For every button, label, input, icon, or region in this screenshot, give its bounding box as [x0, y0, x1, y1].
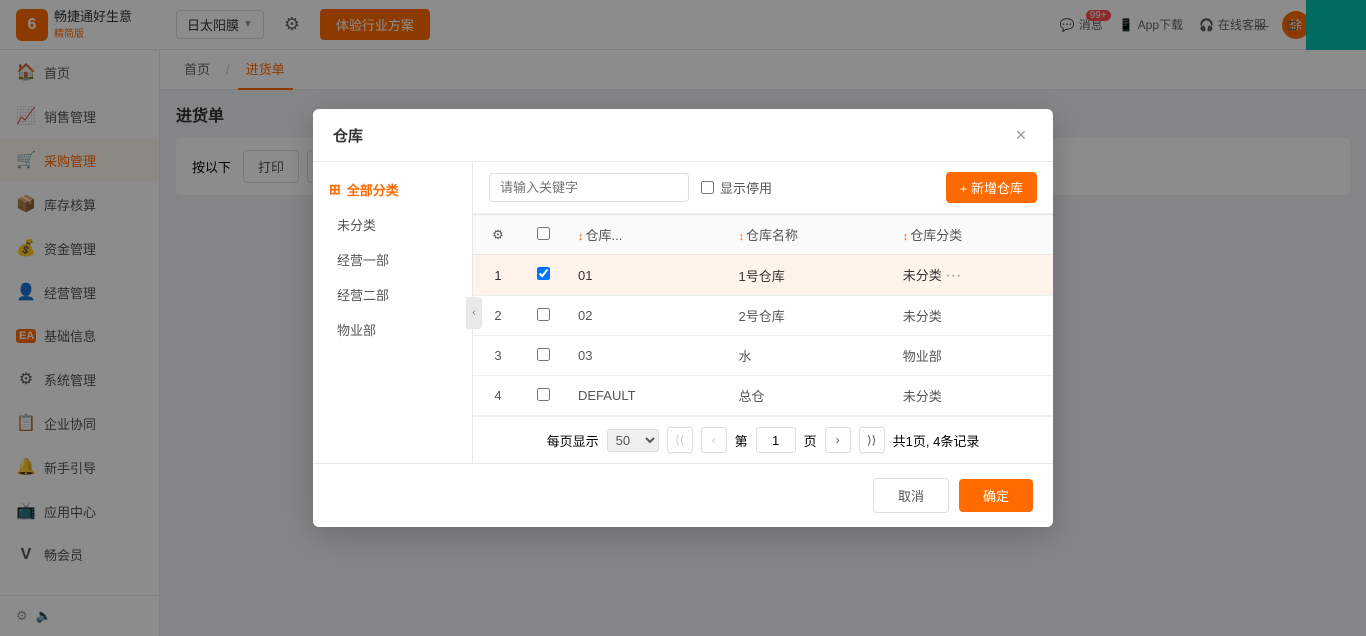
all-categories-item[interactable]: ⊞ 全部分类 — [313, 172, 472, 207]
search-button[interactable]: 🔍 — [686, 174, 689, 201]
pagination: 每页显示 50 10 20 100 ⟨⟨ ‹ 第 页 › ⟩⟩ 共1页, 4条记… — [473, 416, 1053, 463]
category-operations-dept2[interactable]: 经营二部 — [313, 277, 472, 312]
col-category: ↕仓库分类 — [889, 215, 1053, 255]
row-category: 未分类 — [889, 376, 1053, 416]
page-label-after: 页 — [804, 431, 817, 450]
sort-icon: ↕ — [903, 231, 909, 243]
row-category: 未分类 ··· — [889, 255, 1053, 296]
all-categories-label: 全部分类 — [347, 180, 399, 199]
col-code: ↕仓库... — [564, 215, 725, 255]
row-index: 1 — [473, 255, 523, 296]
collapse-panel-button[interactable]: ‹ — [466, 297, 482, 329]
show-disabled-label[interactable]: 显示停用 — [701, 178, 772, 197]
category-panel: ⊞ 全部分类 未分类 经营一部 经营二部 物业部 ‹ — [313, 162, 473, 463]
dialog-body: ⊞ 全部分类 未分类 经营一部 经营二部 物业部 ‹ 🔍 — [313, 162, 1053, 463]
search-box: 🔍 — [489, 173, 689, 202]
row-index: 3 — [473, 336, 523, 376]
row-checkbox[interactable] — [523, 296, 564, 336]
next-page-button[interactable]: › — [825, 427, 851, 453]
page-input[interactable] — [756, 427, 796, 453]
warehouse-dialog: 仓库 × ⊞ 全部分类 未分类 经营一部 经营二部 物业部 ‹ — [313, 109, 1053, 527]
dialog-footer: 取消 确定 — [313, 463, 1053, 527]
settings-col-icon: ⚙ — [492, 227, 504, 242]
col-name: ↕仓库名称 — [725, 215, 889, 255]
row-name: 总仓 — [725, 376, 889, 416]
dialog-header: 仓库 × — [313, 109, 1053, 162]
row-actions-button[interactable]: ··· — [945, 267, 961, 285]
grid-icon: ⊞ — [329, 181, 341, 198]
show-disabled-text: 显示停用 — [720, 178, 772, 197]
per-page-select[interactable]: 50 10 20 100 — [607, 429, 659, 452]
row-checkbox[interactable] — [523, 336, 564, 376]
select-all-checkbox[interactable] — [537, 227, 550, 240]
row-name: 2号仓库 — [725, 296, 889, 336]
category-property[interactable]: 物业部 — [313, 312, 472, 347]
table-header-row: ⚙ ↕仓库... ↕仓库名称 — [473, 215, 1053, 255]
table-wrap: ⚙ ↕仓库... ↕仓库名称 — [473, 214, 1053, 416]
confirm-button[interactable]: 确定 — [959, 479, 1033, 512]
row-code: 02 — [564, 296, 725, 336]
row-checkbox[interactable] — [523, 255, 564, 296]
sort-icon: ↕ — [739, 231, 745, 243]
add-warehouse-button[interactable]: + 新增仓库 — [946, 172, 1037, 203]
dialog-close-button[interactable]: × — [1009, 123, 1033, 147]
prev-page-button[interactable]: ‹ — [701, 427, 727, 453]
page-label-before: 第 — [735, 431, 748, 450]
category-unclassified[interactable]: 未分类 — [313, 207, 472, 242]
row-code: DEFAULT — [564, 376, 725, 416]
dialog-title: 仓库 — [333, 125, 363, 146]
row-checkbox[interactable] — [523, 376, 564, 416]
row-code: 03 — [564, 336, 725, 376]
total-info: 共1页, 4条记录 — [893, 431, 980, 450]
col-checkbox — [523, 215, 564, 255]
show-disabled-checkbox[interactable] — [701, 181, 714, 194]
row-category: 物业部 — [889, 336, 1053, 376]
table-row[interactable]: 1 01 1号仓库 未分类 ··· — [473, 255, 1053, 296]
col-settings: ⚙ — [473, 215, 523, 255]
cancel-button[interactable]: 取消 — [873, 478, 949, 513]
search-input[interactable] — [490, 175, 686, 200]
table-row[interactable]: 2 02 2号仓库 未分类 — [473, 296, 1053, 336]
content-toolbar: 🔍 显示停用 + 新增仓库 — [473, 162, 1053, 214]
per-page-label: 每页显示 — [547, 431, 599, 450]
modal-overlay: 仓库 × ⊞ 全部分类 未分类 经营一部 经营二部 物业部 ‹ — [0, 0, 1366, 636]
warehouse-table: ⚙ ↕仓库... ↕仓库名称 — [473, 214, 1053, 416]
row-index: 4 — [473, 376, 523, 416]
row-code: 01 — [564, 255, 725, 296]
first-page-button[interactable]: ⟨⟨ — [667, 427, 693, 453]
content-panel: 🔍 显示停用 + 新增仓库 — [473, 162, 1053, 463]
row-category: 未分类 — [889, 296, 1053, 336]
category-operations-dept1[interactable]: 经营一部 — [313, 242, 472, 277]
last-page-button[interactable]: ⟩⟩ — [859, 427, 885, 453]
row-name: 水 — [725, 336, 889, 376]
table-row[interactable]: 3 03 水 物业部 — [473, 336, 1053, 376]
row-name: 1号仓库 — [725, 255, 889, 296]
table-row[interactable]: 4 DEFAULT 总仓 未分类 — [473, 376, 1053, 416]
sort-icon: ↕ — [578, 231, 584, 243]
